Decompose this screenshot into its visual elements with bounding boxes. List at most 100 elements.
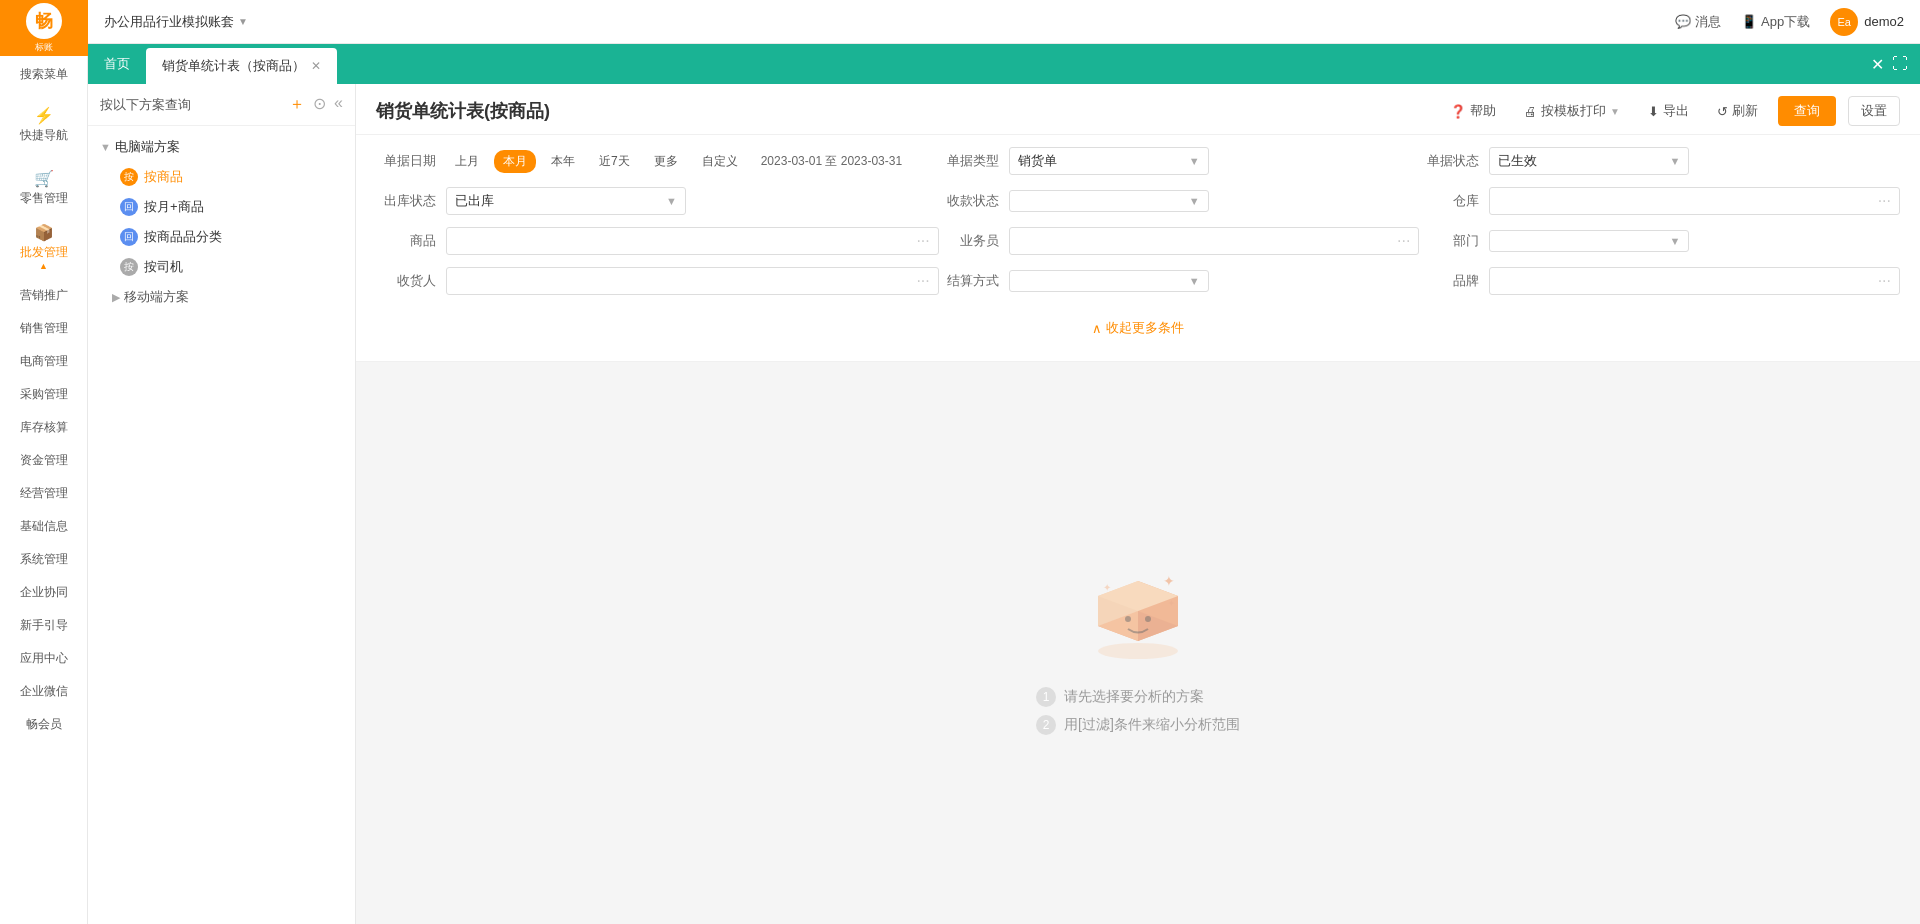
refresh-btn[interactable]: ↺ 刷新 [1709, 98, 1766, 124]
sidebar-item-app-center[interactable]: 应用中心 [0, 642, 87, 675]
edit-scheme-btn[interactable]: ⊙ [313, 94, 326, 115]
receipt-status-select[interactable]: ▼ [1009, 190, 1209, 212]
by-product-icon: 按 [120, 168, 138, 186]
salesman-label: 业务员 [939, 232, 1009, 250]
warehouse-input[interactable]: ··· [1489, 187, 1900, 215]
sidebar-quick-nav[interactable]: ⚡ 快捷导航 [0, 98, 87, 152]
doc-status-value: 已生效 [1498, 152, 1663, 170]
tree-child-label-by-register: 按司机 [144, 258, 183, 276]
brand-dots[interactable]: ··· [1878, 272, 1891, 290]
tip-text-2: 用[过滤]条件来缩小分析范围 [1064, 716, 1240, 734]
date-btn-last-month[interactable]: 上月 [446, 150, 488, 173]
doc-status-control: 已生效 ▼ [1489, 147, 1900, 175]
avatar-initials: Ea [1838, 16, 1851, 28]
tree-child-by-register[interactable]: 按 按司机 [88, 252, 355, 282]
receipt-status-arrow: ▼ [1189, 195, 1200, 207]
refresh-label: 刷新 [1732, 102, 1758, 120]
out-status-value: 已出库 [455, 192, 660, 210]
doc-type-value: 销货单 [1018, 152, 1183, 170]
app-logo[interactable]: 畅 标账 [0, 0, 88, 56]
svg-text:✦: ✦ [1168, 599, 1175, 608]
sidebar-item-basic[interactable]: 基础信息 [0, 510, 87, 543]
tree-child-by-product[interactable]: 按 按商品 [88, 162, 355, 192]
out-status-select[interactable]: 已出库 ▼ [446, 187, 686, 215]
print-arrow-icon: ▼ [1610, 106, 1620, 117]
user-area[interactable]: Ea demo2 [1830, 8, 1904, 36]
date-btn-last-7-days[interactable]: 近7天 [590, 150, 639, 173]
sidebar-item-purchase[interactable]: 采购管理 [0, 378, 87, 411]
collapse-btn[interactable]: ∧ 收起更多条件 [1084, 311, 1192, 345]
receiver-input[interactable]: ··· [446, 267, 939, 295]
doc-type-arrow: ▼ [1189, 155, 1200, 167]
date-btn-more[interactable]: 更多 [645, 150, 687, 173]
empty-state: ✦ ✦ ✦ 1 请先选择要分析的方案 2 用[过滤]条件来缩小分析范围 [356, 362, 1920, 924]
date-btn-this-year[interactable]: 本年 [542, 150, 584, 173]
export-btn[interactable]: ⬇ 导出 [1640, 98, 1697, 124]
app-download-btn[interactable]: 📱 App下载 [1741, 13, 1810, 31]
brand-label: 品牌 [1419, 272, 1489, 290]
help-btn[interactable]: ❓ 帮助 [1442, 98, 1504, 124]
payment-select[interactable]: ▼ [1009, 270, 1209, 292]
sidebar-label-sales: 销售管理 [20, 320, 68, 337]
tree-arrow-mobile: ▶ [112, 291, 120, 304]
sidebar-item-ecommerce[interactable]: 电商管理 [0, 345, 87, 378]
filter-row-2: 出库状态 已出库 ▼ 收款状态 ▼ 仓库 [376, 187, 1900, 215]
collapse-panel-btn[interactable]: « [334, 94, 343, 115]
tree-desktop-parent[interactable]: ▼ 电脑端方案 [88, 132, 355, 162]
expand-window-btn[interactable]: ⛶ [1892, 55, 1908, 73]
svg-text:✦: ✦ [1103, 582, 1111, 593]
search-menu-item[interactable]: 搜索菜单 [0, 56, 87, 89]
doc-status-select[interactable]: 已生效 ▼ [1489, 147, 1689, 175]
salesman-dots[interactable]: ··· [1397, 232, 1410, 250]
sidebar-item-retail[interactable]: 🛒 零售管理 [0, 161, 87, 215]
brand-input[interactable]: ··· [1489, 267, 1900, 295]
sidebar-item-operation[interactable]: 经营管理 [0, 477, 87, 510]
print-label: 按模板打印 [1541, 102, 1606, 120]
search-menu-label: 搜索菜单 [20, 67, 68, 81]
salesman-input[interactable]: ··· [1009, 227, 1420, 255]
left-panel-title: 按以下方案查询 [100, 96, 283, 114]
query-btn[interactable]: 查询 [1778, 96, 1836, 126]
receipt-status-control: ▼ [1009, 190, 1420, 212]
sidebar-item-enterprise-coop[interactable]: 企业协同 [0, 576, 87, 609]
svg-point-8 [1145, 616, 1151, 622]
sidebar-item-sales[interactable]: 销售管理 [0, 312, 87, 345]
product-control: ··· [446, 227, 939, 255]
app-download-label: App下载 [1761, 13, 1810, 31]
doc-type-select[interactable]: 销货单 ▼ [1009, 147, 1209, 175]
warehouse-dots[interactable]: ··· [1878, 192, 1891, 210]
sidebar-item-inventory[interactable]: 库存核算 [0, 411, 87, 444]
sidebar-item-enterprise-wechat[interactable]: 企业微信 [0, 675, 87, 708]
close-window-btn[interactable]: ✕ [1871, 55, 1884, 74]
sidebar-item-wholesale[interactable]: 📦 批发管理 ▲ [0, 215, 87, 279]
department-select[interactable]: ▼ [1489, 230, 1689, 252]
content-area: 按以下方案查询 ＋ ⊙ « ▼ 电脑端方案 按 按商品 回 按月+ [88, 84, 1920, 924]
tab-report[interactable]: 销货单统计表（按商品） ✕ [146, 48, 337, 84]
export-label: 导出 [1663, 102, 1689, 120]
sidebar-item-member[interactable]: 畅会员 [0, 708, 87, 741]
company-selector[interactable]: 办公用品行业模拟账套 ▼ [104, 13, 248, 31]
product-input[interactable]: ··· [446, 227, 939, 255]
messages-btn[interactable]: 💬 消息 [1675, 13, 1721, 31]
tree-mobile-parent[interactable]: ▶ 移动端方案 [88, 282, 355, 312]
sidebar-label-retail: 零售管理 [20, 190, 68, 207]
by-category-icon: 回 [120, 228, 138, 246]
tab-close-icon[interactable]: ✕ [311, 59, 321, 73]
sidebar-item-finance[interactable]: 资金管理 [0, 444, 87, 477]
receiver-dots[interactable]: ··· [916, 272, 929, 290]
tree-child-by-month-product[interactable]: 回 按月+商品 [88, 192, 355, 222]
settings-btn[interactable]: 设置 [1848, 96, 1900, 126]
product-dots[interactable]: ··· [916, 232, 929, 250]
help-label: 帮助 [1470, 102, 1496, 120]
print-btn[interactable]: 🖨 按模板打印 ▼ [1516, 98, 1628, 124]
tree-child-by-category[interactable]: 回 按商品品分类 [88, 222, 355, 252]
add-scheme-btn[interactable]: ＋ [289, 94, 305, 115]
svg-point-7 [1125, 616, 1131, 622]
user-avatar: Ea [1830, 8, 1858, 36]
tab-home[interactable]: 首页 [88, 44, 146, 84]
date-btn-this-month[interactable]: 本月 [494, 150, 536, 173]
sidebar-item-system[interactable]: 系统管理 [0, 543, 87, 576]
sidebar-item-marketing[interactable]: 营销推广 [0, 279, 87, 312]
sidebar-item-new-guide[interactable]: 新手引导 [0, 609, 87, 642]
date-btn-custom[interactable]: 自定义 [693, 150, 747, 173]
